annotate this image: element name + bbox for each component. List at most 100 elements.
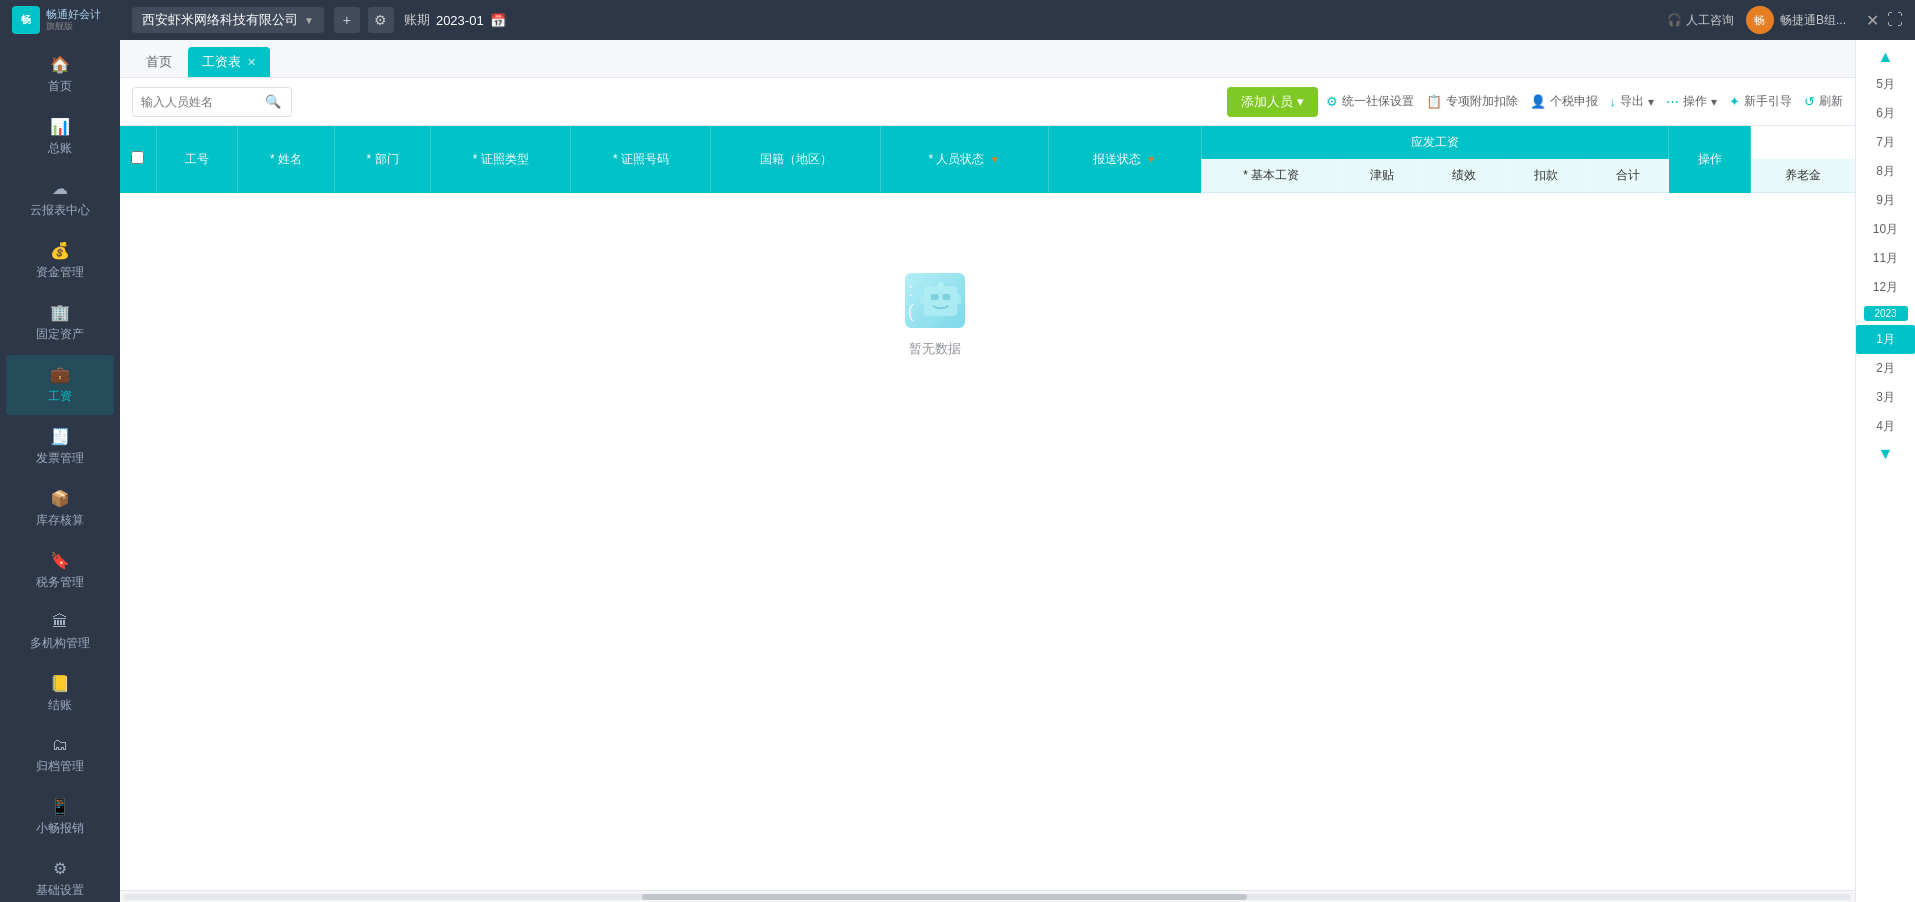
tab-payroll[interactable]: 工资表 ✕	[188, 47, 270, 77]
sidebar-icon-9: 🏛	[52, 613, 68, 631]
tax-icon: 👤	[1530, 94, 1546, 109]
search-icon: 🔍	[265, 94, 281, 109]
col-pension: 养老金	[1751, 159, 1855, 193]
add-person-button[interactable]: 添加人员 ▾	[1227, 87, 1318, 117]
company-selector[interactable]: 西安虾米网络科技有限公司 ▼	[132, 7, 324, 33]
month-panel-up[interactable]: ▲	[1874, 44, 1898, 70]
sidebar-label-5: 工资	[48, 388, 72, 405]
sidebar-item-资金管理[interactable]: 💰资金管理	[6, 231, 114, 291]
settings-icon[interactable]: ⚙	[368, 7, 394, 33]
guide-icon: ✦	[1729, 94, 1740, 109]
scrollbar-thumb[interactable]	[642, 894, 1246, 900]
logo-area: 畅 畅通好会计 旗舰版	[12, 6, 132, 34]
svg-rect-3	[938, 282, 944, 288]
special-deduction-button[interactable]: 📋 专项附加扣除	[1426, 93, 1518, 110]
operations-button[interactable]: ⋯ 操作 ▾	[1666, 93, 1717, 110]
person-status-filter-icon[interactable]: ▼	[990, 154, 1000, 165]
month-panel-down[interactable]: ▼	[1874, 441, 1898, 467]
svg-rect-0	[924, 286, 957, 316]
table-body: 暂无数据	[120, 193, 1855, 439]
month-item-4[interactable]: 4月	[1856, 412, 1915, 441]
month-item-9[interactable]: 9月	[1856, 186, 1915, 215]
export-button[interactable]: ↓ 导出 ▾	[1610, 93, 1655, 110]
tab-close-payroll[interactable]: ✕	[247, 56, 256, 69]
close-window-button[interactable]: ✕	[1866, 11, 1879, 30]
company-dropdown-arrow: ▼	[304, 15, 314, 26]
sidebar-item-总账[interactable]: 📊总账	[6, 107, 114, 167]
sidebar-label-0: 首页	[48, 78, 72, 95]
report-status-filter-icon[interactable]: ▼	[1146, 154, 1156, 165]
sidebar-item-库存核算[interactable]: 📦库存核算	[6, 479, 114, 539]
col-total: 合计	[1587, 159, 1669, 193]
add-button[interactable]: +	[334, 7, 360, 33]
month-item-10[interactable]: 10月	[1856, 215, 1915, 244]
month-item-12[interactable]: 12月	[1856, 273, 1915, 302]
sidebar-item-税务管理[interactable]: 🔖税务管理	[6, 541, 114, 601]
svg-rect-5	[956, 294, 961, 304]
sidebar-icon-6: 🧾	[50, 427, 70, 446]
sidebar-icon-11: 🗂	[52, 736, 68, 754]
select-all-checkbox[interactable]	[131, 151, 144, 164]
col-allowance: 津贴	[1341, 159, 1423, 193]
sidebar-label-6: 发票管理	[36, 450, 84, 467]
empty-illustration	[905, 273, 965, 328]
month-item-6[interactable]: 6月	[1856, 99, 1915, 128]
sidebar-item-首页[interactable]: 🏠首页	[6, 45, 114, 105]
empty-row: 暂无数据	[120, 193, 1855, 439]
search-input[interactable]	[141, 95, 261, 109]
empty-robot-svg	[916, 278, 965, 323]
sidebar-label-3: 资金管理	[36, 264, 84, 281]
col-checkbox[interactable]	[120, 126, 156, 193]
col-person-status: * 人员状态 ▼	[880, 126, 1048, 193]
sidebar-item-小畅报销[interactable]: 📱小畅报销	[6, 787, 114, 847]
sidebar-label-7: 库存核算	[36, 512, 84, 529]
svg-rect-1	[931, 294, 939, 300]
toolbar-actions: ⚙ 统一社保设置 📋 专项附加扣除 👤 个税申报 ↓ 导出 ▾ ⋯	[1326, 93, 1844, 110]
sidebar-icon-4: 🏢	[50, 303, 70, 322]
guide-button[interactable]: ✦ 新手引导	[1729, 93, 1792, 110]
month-item-2[interactable]: 2月	[1856, 354, 1915, 383]
scrollbar-track[interactable]	[124, 894, 1851, 900]
refresh-icon: ↺	[1804, 94, 1815, 109]
month-item-5[interactable]: 5月	[1856, 70, 1915, 99]
top-header: 畅 畅通好会计 旗舰版 西安虾米网络科技有限公司 ▼ + ⚙ 账期 2023-0…	[0, 0, 1915, 40]
calendar-icon[interactable]: 📅	[490, 13, 506, 28]
sidebar-item-多机构管理[interactable]: 🏛 多机构管理	[6, 603, 114, 662]
sidebar-label-4: 固定资产	[36, 326, 84, 343]
headset-icon: 🎧	[1667, 13, 1682, 27]
sidebar-icon-13: ⚙	[53, 859, 67, 878]
col-nationality: 国籍（地区）	[711, 126, 880, 193]
sidebar-item-结账[interactable]: 📒结账	[6, 664, 114, 724]
month-item-11[interactable]: 11月	[1856, 244, 1915, 273]
sidebar-item-发票管理[interactable]: 🧾 发票管理	[6, 417, 114, 477]
avatar: 畅	[1746, 6, 1774, 34]
col-employee-id: 工号	[156, 126, 238, 193]
tab-home[interactable]: 首页	[132, 47, 186, 77]
service-button[interactable]: 🎧 人工咨询	[1667, 12, 1734, 29]
top-right: 🎧 人工咨询 畅 畅捷通B组... ✕ ⛶	[1667, 6, 1903, 34]
content-area: 首页 工资表 ✕ 🔍 添加人员 ▾ ⚙ 统一社保设置	[120, 40, 1855, 902]
sidebar-item-基础设置[interactable]: ⚙基础设置	[6, 849, 114, 902]
sidebar-item-归档管理[interactable]: 🗂归档管理	[6, 726, 114, 785]
month-item-7[interactable]: 7月	[1856, 128, 1915, 157]
app-logo-icon: 畅	[12, 6, 40, 34]
month-item-8[interactable]: 8月	[1856, 157, 1915, 186]
user-avatar-button[interactable]: 畅 畅捷通B组...	[1746, 6, 1846, 34]
tax-filing-button[interactable]: 👤 个税申报	[1530, 93, 1598, 110]
social-insurance-button[interactable]: ⚙ 统一社保设置	[1326, 93, 1414, 110]
maximize-window-button[interactable]: ⛶	[1887, 11, 1903, 29]
sidebar-label-9: 多机构管理	[30, 635, 90, 652]
sidebar-label-2: 云报表中心	[30, 202, 90, 219]
month-panel: ▲ 5月 6月 7月 8月 9月 10月 11月 12月 2023 1月 2月 …	[1855, 40, 1915, 902]
sidebar-item-云报表中心[interactable]: ☁云报表中心	[6, 169, 114, 229]
sidebar-item-固定资产[interactable]: 🏢 固定资产	[6, 293, 114, 353]
sidebar-label-8: 税务管理	[36, 574, 84, 591]
col-operations: 操作	[1669, 126, 1751, 193]
sidebar-item-工资[interactable]: 💼 工资	[6, 355, 114, 415]
month-item-1[interactable]: 1月	[1856, 325, 1915, 354]
account-period: 账期 2023-01 📅	[404, 11, 506, 29]
refresh-button[interactable]: ↺ 刷新	[1804, 93, 1843, 110]
horizontal-scrollbar[interactable]	[120, 890, 1855, 902]
month-item-3[interactable]: 3月	[1856, 383, 1915, 412]
sidebar-icon-5: 💼	[50, 365, 70, 384]
